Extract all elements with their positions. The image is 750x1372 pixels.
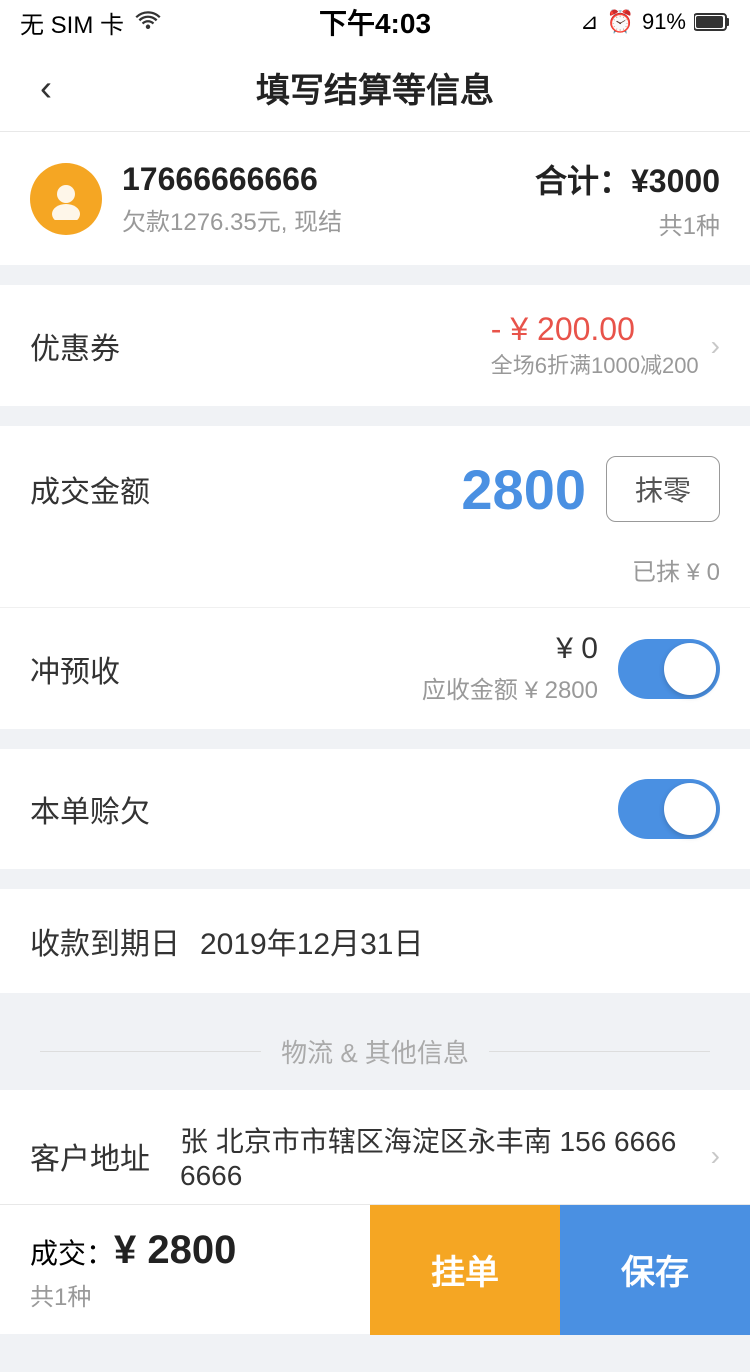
divider-text: 物流 & 其他信息 bbox=[281, 1033, 469, 1070]
hang-button[interactable]: 挂单 bbox=[370, 1205, 560, 1335]
divider-left-line bbox=[40, 1051, 261, 1052]
deal-row: 成交金额 2800 抹零 bbox=[0, 426, 750, 552]
coupon-desc: 全场6折满1000减200 bbox=[491, 348, 699, 380]
bottom-bar: 成交：¥ 2800 共1种 挂单 保存 bbox=[0, 1204, 750, 1334]
deal-section: 成交金额 2800 抹零 已抹 ¥ 0 冲预收 ¥ 0 应收金额 ¥ 2800 bbox=[0, 426, 750, 729]
coupon-amount: - ¥ 200.00 bbox=[491, 311, 699, 348]
main-content: 17666666666 欠款1276.35元, 现结 合计：¥3000 共1种 … bbox=[0, 132, 750, 1372]
total-sub: 共1种 bbox=[535, 206, 720, 241]
coupon-chevron-icon: › bbox=[711, 330, 720, 362]
debit-toggle[interactable] bbox=[618, 779, 720, 839]
coupon-label: 优惠券 bbox=[30, 324, 120, 368]
deal-right: 2800 抹零 bbox=[461, 456, 720, 522]
customer-right: 合计：¥3000 共1种 bbox=[535, 156, 720, 241]
section-divider: 物流 & 其他信息 bbox=[0, 1013, 750, 1090]
prepay-receivable: 应收金额 ¥ 2800 bbox=[422, 670, 598, 705]
customer-left: 17666666666 欠款1276.35元, 现结 bbox=[30, 161, 342, 237]
coupon-right: - ¥ 200.00 全场6折满1000减200 › bbox=[491, 311, 720, 380]
address-chevron-icon: › bbox=[711, 1140, 720, 1172]
save-button[interactable]: 保存 bbox=[560, 1205, 750, 1335]
customer-row: 17666666666 欠款1276.35元, 现结 合计：¥3000 共1种 bbox=[0, 132, 750, 265]
bottom-summary: 成交：¥ 2800 共1种 bbox=[0, 1228, 370, 1312]
alarm-icon: ⏰ bbox=[607, 9, 634, 35]
duedate-label: 收款到期日 bbox=[30, 919, 180, 963]
deal-prefix: 成交： bbox=[30, 1238, 114, 1269]
duedate-section: 收款到期日 2019年12月31日 bbox=[0, 889, 750, 993]
address-section[interactable]: 客户地址 张 北京市市辖区海淀区永丰南 156 6666 6666 › bbox=[0, 1090, 750, 1222]
carrier-text: 无 SIM 卡 bbox=[20, 5, 124, 40]
address-label: 客户地址 bbox=[30, 1134, 150, 1178]
customer-phone: 17666666666 bbox=[122, 161, 342, 198]
round-button[interactable]: 抹零 bbox=[606, 456, 720, 522]
divider-right-line bbox=[489, 1051, 710, 1052]
status-bar-time: 下午4:03 bbox=[319, 2, 431, 42]
deal-label: 成交金额 bbox=[30, 467, 150, 511]
bottom-amount: ¥ 2800 bbox=[114, 1228, 236, 1272]
battery-text: 91% bbox=[642, 9, 686, 35]
prepay-toggle[interactable] bbox=[618, 639, 720, 699]
location-icon: ⊿ bbox=[580, 9, 598, 35]
bottom-deal-label: 成交：¥ 2800 bbox=[30, 1228, 340, 1273]
coupon-row[interactable]: 优惠券 - ¥ 200.00 全场6折满1000减200 › bbox=[0, 285, 750, 406]
address-value: 张 北京市市辖区海淀区永丰南 156 6666 6666 bbox=[180, 1120, 711, 1192]
avatar bbox=[30, 163, 102, 235]
prepay-amount: ¥ 0 bbox=[422, 632, 598, 666]
prepay-right: ¥ 0 应收金额 ¥ 2800 bbox=[422, 632, 720, 705]
customer-info: 17666666666 欠款1276.35元, 现结 bbox=[122, 161, 342, 237]
prepay-label: 冲预收 bbox=[30, 647, 120, 691]
bottom-count: 共1种 bbox=[30, 1277, 340, 1312]
prepay-row: 冲预收 ¥ 0 应收金额 ¥ 2800 bbox=[0, 607, 750, 729]
debit-toggle-knob bbox=[664, 783, 716, 835]
toggle-knob bbox=[664, 643, 716, 695]
nav-title: 填写结算等信息 bbox=[256, 63, 494, 112]
status-bar-right: ⊿ ⏰ 91% bbox=[580, 9, 730, 35]
back-button[interactable]: ‹ bbox=[30, 57, 62, 119]
status-bar-left: 无 SIM 卡 bbox=[20, 5, 162, 40]
total-amount: 合计：¥3000 bbox=[535, 156, 720, 202]
debit-section: 本单赊欠 bbox=[0, 749, 750, 869]
deal-sub: 已抹 ¥ 0 bbox=[0, 552, 750, 607]
wifi-icon bbox=[134, 8, 162, 36]
customer-sub: 欠款1276.35元, 现结 bbox=[122, 202, 342, 237]
deal-amount: 2800 bbox=[461, 457, 586, 522]
duedate-value: 2019年12月31日 bbox=[200, 919, 423, 963]
prepay-values: ¥ 0 应收金额 ¥ 2800 bbox=[422, 632, 598, 705]
status-bar: 无 SIM 卡 下午4:03 ⊿ ⏰ 91% bbox=[0, 0, 750, 44]
nav-bar: ‹ 填写结算等信息 bbox=[0, 44, 750, 132]
battery-icon bbox=[694, 12, 730, 32]
debit-label: 本单赊欠 bbox=[30, 787, 150, 831]
